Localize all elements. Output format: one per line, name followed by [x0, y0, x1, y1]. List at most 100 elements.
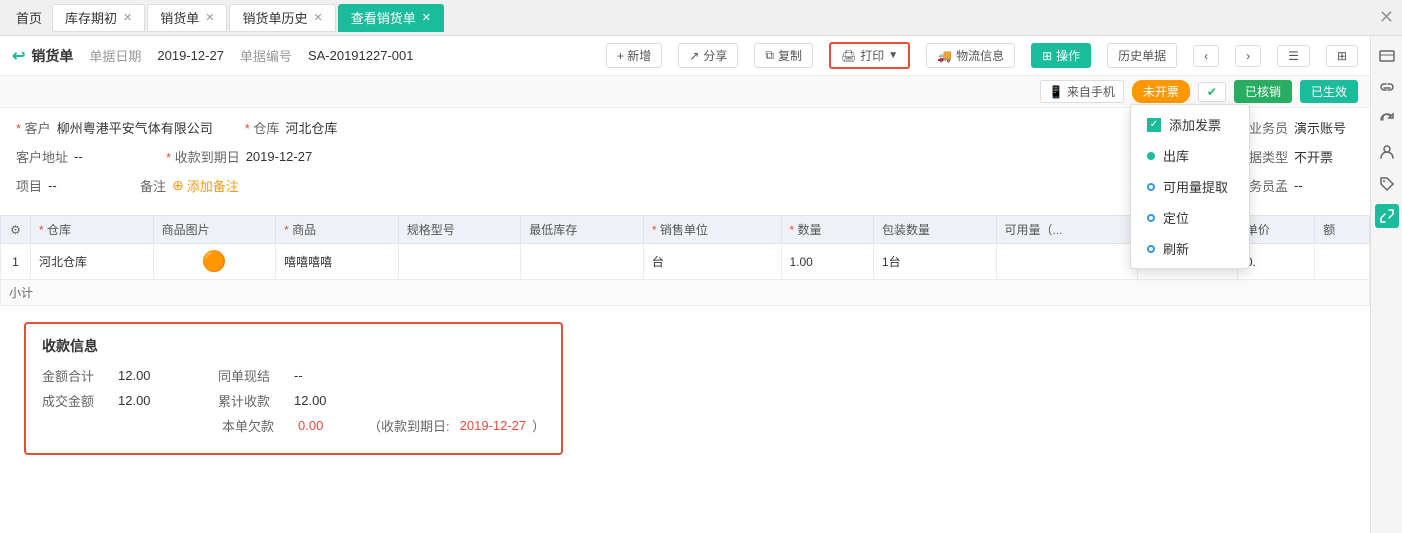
copy-button[interactable]: ⧉ 复制	[754, 43, 813, 68]
from-phone-label: 来自手机	[1067, 83, 1115, 100]
employee-value: 演示账号	[1294, 118, 1354, 137]
owed-close: ）	[532, 416, 545, 435]
payment-title: 收款信息	[42, 336, 545, 356]
project-value: --	[48, 178, 108, 193]
number-label: 单据编号	[240, 46, 292, 65]
owed-label: 本单欠款	[222, 416, 292, 435]
note-label: 备注	[140, 176, 166, 195]
dropdown-ship[interactable]: 出库	[1131, 140, 1249, 171]
subtotal-label: 小计	[1, 280, 1370, 306]
employee-field: 业务员 演示账号	[1249, 118, 1354, 137]
payment-date-value: 2019-12-27	[246, 149, 313, 164]
project-field: 项目 --	[16, 176, 108, 195]
dropdown-refresh[interactable]: 刷新	[1131, 233, 1249, 264]
payment-date-label: 收款到期日	[166, 147, 240, 166]
add-note-button[interactable]: ⊕ 添加备注	[172, 176, 239, 195]
locate-radio	[1147, 214, 1155, 222]
share-label: 分享	[703, 47, 727, 64]
row-qty: 1.00	[781, 244, 873, 280]
col-image: 商品图片	[153, 216, 276, 244]
print-label: 打印	[860, 47, 884, 64]
main-container: ↩ 销货单 单据日期 2019-12-27 单据编号 SA-20191227-0…	[0, 36, 1402, 533]
tab-inventory-close[interactable]: ✕	[123, 11, 132, 24]
effective-label: 已生效	[1311, 83, 1347, 100]
add-invoice-label: 添加发票	[1169, 115, 1221, 134]
actions-label: 操作	[1056, 47, 1080, 64]
col-qty: 数量	[781, 216, 873, 244]
checked-label: 已核销	[1245, 83, 1281, 100]
address-label: 客户地址	[16, 147, 68, 166]
col-min-stock: 最低库存	[521, 216, 644, 244]
from-phone-button[interactable]: 📱 来自手机	[1040, 80, 1124, 103]
warehouse-value: 河北仓库	[285, 118, 345, 137]
address-field: 客户地址 --	[16, 147, 134, 166]
payment-section: 收款信息 金额合计 12.00 同单现结 -- 成交金额 12.00	[24, 322, 563, 455]
total-label: 金额合计	[42, 366, 112, 385]
next-button[interactable]: ›	[1235, 45, 1261, 67]
grid-view-button[interactable]: ⊞	[1326, 45, 1358, 67]
col-amount: 额	[1315, 216, 1370, 244]
tab-inventory[interactable]: 库存期初 ✕	[52, 4, 145, 32]
dropdown-available-qty[interactable]: 可用量提取	[1131, 171, 1249, 202]
logistics-button[interactable]: 🚚 物流信息	[926, 43, 1015, 68]
same-order-label: 同单现结	[218, 366, 288, 385]
sidebar-link-icon[interactable]	[1375, 76, 1399, 100]
actions-button[interactable]: ⊞ 操作	[1031, 43, 1091, 68]
tab-sales[interactable]: 销货单 ✕	[147, 4, 227, 32]
tab-sales-history-close[interactable]: ✕	[314, 11, 323, 24]
doc-type-label: 销货单	[31, 46, 73, 66]
tab-view-sales[interactable]: 查看销货单 ✕	[338, 4, 444, 32]
dropdown-add-invoice[interactable]: ✓ 添加发票	[1131, 109, 1249, 140]
ship-label: 出库	[1163, 146, 1189, 165]
col-unit: 销售单位	[643, 216, 781, 244]
owed-note: （收款到期日:	[368, 416, 450, 435]
gear-icon[interactable]: ⚙	[10, 223, 21, 237]
row-amount	[1315, 244, 1370, 280]
tab-sales-close[interactable]: ✕	[205, 11, 214, 24]
window-close[interactable]: ✕	[1379, 7, 1394, 28]
tab-sales-history[interactable]: 销货单历史 ✕	[229, 4, 335, 32]
row-pack-qty: 1台	[873, 244, 996, 280]
salesperson-value: --	[1294, 178, 1354, 193]
prev-button[interactable]: ‹	[1193, 45, 1219, 67]
share-button[interactable]: ↗ 分享	[678, 43, 738, 68]
col-product: 商品	[276, 216, 399, 244]
effective-button[interactable]: 已生效	[1300, 80, 1358, 103]
payment-row-2: 成交金额 12.00 累计收款 12.00	[42, 391, 545, 410]
date-label: 单据日期	[89, 46, 141, 65]
same-order-field: 同单现结 --	[218, 366, 354, 385]
tab-bar: 首页 库存期初 ✕ 销货单 ✕ 销货单历史 ✕ 查看销货单 ✕ ✕	[0, 0, 1402, 36]
dropdown-locate[interactable]: 定位	[1131, 202, 1249, 233]
sidebar-rotate-icon[interactable]	[1375, 108, 1399, 132]
history-label: 历史单据	[1118, 47, 1166, 64]
sidebar-user-icon[interactable]	[1375, 140, 1399, 164]
sidebar-expand-icon[interactable]	[1375, 204, 1399, 228]
cumulative-field: 累计收款 12.00	[218, 391, 354, 410]
copy-label: 复制	[778, 47, 802, 64]
tab-home-label: 首页	[16, 11, 42, 26]
checked-button[interactable]: 已核销	[1234, 80, 1292, 103]
new-button[interactable]: + 新增	[606, 43, 662, 68]
ship-radio	[1147, 152, 1155, 160]
check-icon-btn[interactable]: ✔	[1198, 82, 1226, 102]
sidebar-view-icon[interactable]	[1375, 44, 1399, 68]
payment-date-field: 收款到期日 2019-12-27	[166, 147, 312, 166]
owed-field: 本单欠款 0.00 （收款到期日: 2019-12-27 ）	[222, 416, 545, 435]
owed-date: 2019-12-27	[460, 418, 527, 433]
print-button[interactable]: 🖨 打印 ▼	[829, 42, 910, 69]
history-button[interactable]: 历史单据	[1107, 43, 1177, 68]
number-value: SA-20191227-001	[308, 48, 414, 63]
row-spec	[398, 244, 521, 280]
doc-type-icon: ↩	[12, 46, 25, 66]
not-open-button[interactable]: 未开票	[1132, 80, 1190, 103]
tab-home[interactable]: 首页	[8, 8, 50, 27]
list-view-button[interactable]: ☰	[1277, 45, 1310, 67]
sidebar-tag-icon[interactable]	[1375, 172, 1399, 196]
row-warehouse: 河北仓库	[31, 244, 154, 280]
total-value: 12.00	[118, 368, 178, 383]
cumulative-value: 12.00	[294, 393, 354, 408]
tab-view-sales-close[interactable]: ✕	[422, 11, 431, 24]
row-image: 🟠	[153, 244, 276, 280]
actions-icon: ⊞	[1042, 49, 1052, 63]
col-pack-qty: 包装数量	[873, 216, 996, 244]
